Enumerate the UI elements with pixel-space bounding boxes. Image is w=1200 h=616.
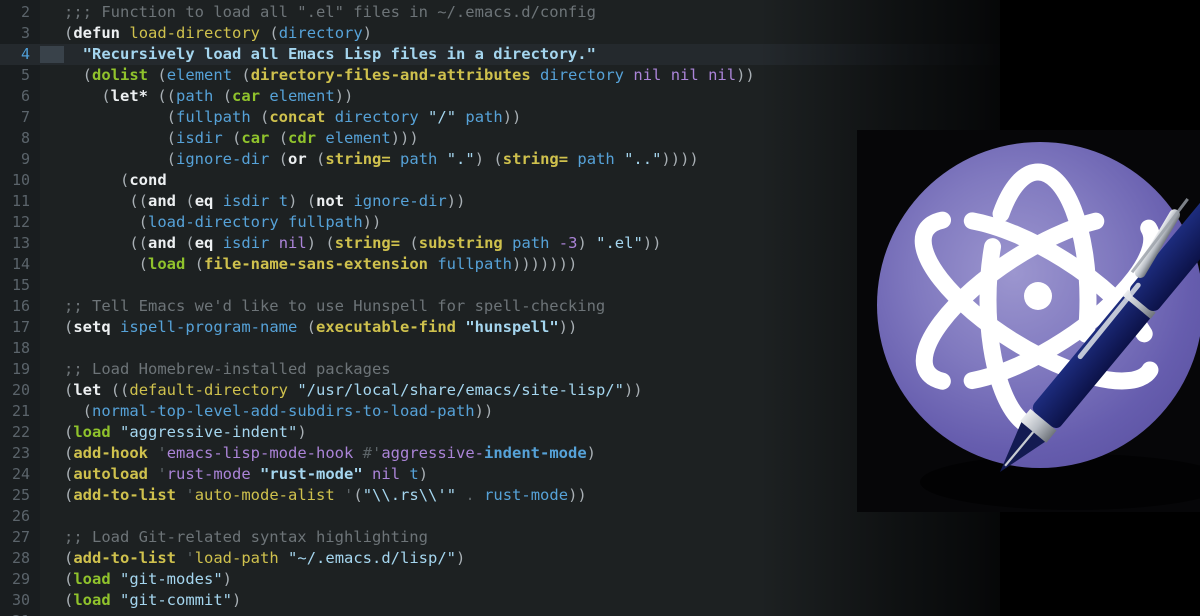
line-number: 13	[11, 234, 30, 252]
code-text: (add-to-list 'load-path "~/.emacs.d/lisp…	[64, 549, 466, 567]
code-text: (isdir (car (cdr element)))	[166, 129, 419, 147]
fringe-cursor-highlight	[40, 46, 64, 63]
line-number: 20	[11, 381, 30, 399]
atom-nucleus-dot	[1024, 282, 1052, 310]
code-text: ;;; Function to load all ".el" files in …	[64, 3, 596, 21]
line-number: 9	[20, 150, 30, 168]
line-number: 17	[11, 318, 30, 336]
line-number: 25	[11, 486, 30, 504]
code-text: (load "aggressive-indent")	[64, 423, 307, 441]
line-number: 30	[11, 591, 30, 609]
line-number: 21	[11, 402, 30, 420]
code-text: (add-hook 'emacs-lisp-mode-hook #'aggres…	[64, 444, 596, 462]
code-text: ;; Load Git-related syntax highlighting	[64, 528, 428, 546]
code-text: ((and (eq isdir nil) (string= (substring…	[129, 234, 662, 252]
line-number: 5	[20, 66, 30, 84]
line-number: 8	[20, 129, 30, 147]
line-number: 16	[11, 297, 30, 315]
code-line[interactable]: 29 (load "git-modes")	[0, 569, 1000, 590]
code-text: (autoload 'rust-mode "rust-mode" nil t)	[64, 465, 429, 483]
code-text: (dolist (element (directory-files-and-at…	[82, 66, 755, 84]
line-number: 15	[11, 276, 30, 294]
code-text: (ignore-dir (or (string= path ".") (stri…	[166, 150, 699, 168]
line-number: 19	[11, 360, 30, 378]
code-text: (load-directory fullpath))	[138, 213, 382, 231]
line-number: 28	[11, 549, 30, 567]
code-line[interactable]: 4 "Recursively load all Emacs Lisp files…	[0, 44, 1000, 65]
line-number: 6	[20, 87, 30, 105]
line-number: 14	[11, 255, 30, 273]
emacs-screenshot: 2 ;;; Function to load all ".el" files in…	[0, 0, 1200, 616]
line-number: 26	[11, 507, 30, 525]
code-text: (load (file-name-sans-extension fullpath…	[138, 255, 578, 273]
code-text: (defun load-directory (directory)	[64, 24, 373, 42]
line-number: 31	[0, 611, 30, 616]
line-number: 3	[20, 24, 30, 42]
code-text: (load "git-modes")	[64, 570, 233, 588]
code-text: ;; Load Homebrew-installed packages	[64, 360, 391, 378]
line-number: 22	[11, 423, 30, 441]
code-text: (add-to-list 'auto-mode-alist '("\\.rs\\…	[64, 486, 587, 504]
code-line[interactable]: 30 (load "git-commit")	[0, 590, 1000, 611]
line-number: 7	[20, 108, 30, 126]
line-number: 12	[11, 213, 30, 231]
code-line[interactable]: 3 (defun load-directory (directory)	[0, 23, 1000, 44]
line-number: 2	[20, 3, 30, 21]
line-number: 18	[11, 339, 30, 357]
code-line[interactable]: 27 ;; Load Git-related syntax highlightin…	[0, 527, 1000, 548]
line-number: 27	[11, 528, 30, 546]
line-number: 24	[11, 465, 30, 483]
code-text: "Recursively load all Emacs Lisp files i…	[82, 45, 596, 63]
code-text: (let ((default-directory "/usr/local/sha…	[64, 381, 643, 399]
line-number: 4	[20, 45, 30, 63]
code-text: (fullpath (concat directory "/" path))	[166, 108, 522, 126]
code-line[interactable]: 28 (add-to-list 'load-path "~/.emacs.d/li…	[0, 548, 1000, 569]
code-line[interactable]: 6 (let* ((path (car element))	[0, 86, 1000, 107]
code-line[interactable]: 2 ;;; Function to load all ".el" files in…	[0, 2, 1000, 23]
code-text: (cond	[120, 171, 167, 189]
emacs-logo	[877, 142, 1200, 510]
code-line[interactable]: 5 (dolist (element (directory-files-and-…	[0, 65, 1000, 86]
code-text: (load "git-commit")	[64, 591, 242, 609]
code-text: ;; Tell Emacs we'd like to use Hunspell …	[64, 297, 606, 315]
code-text: (normal-top-level-add-subdirs-to-load-pa…	[82, 402, 494, 420]
code-text: (setq ispell-program-name (executable-fi…	[64, 318, 578, 336]
line-number: 29	[11, 570, 30, 588]
code-line[interactable]: 31	[0, 611, 1000, 616]
line-number: 10	[11, 171, 30, 189]
code-text: ((and (eq isdir t) (not ignore-dir))	[129, 192, 466, 210]
line-number: 23	[11, 444, 30, 462]
line-number: 11	[11, 192, 30, 210]
code-text: (let* ((path (car element))	[101, 87, 354, 105]
